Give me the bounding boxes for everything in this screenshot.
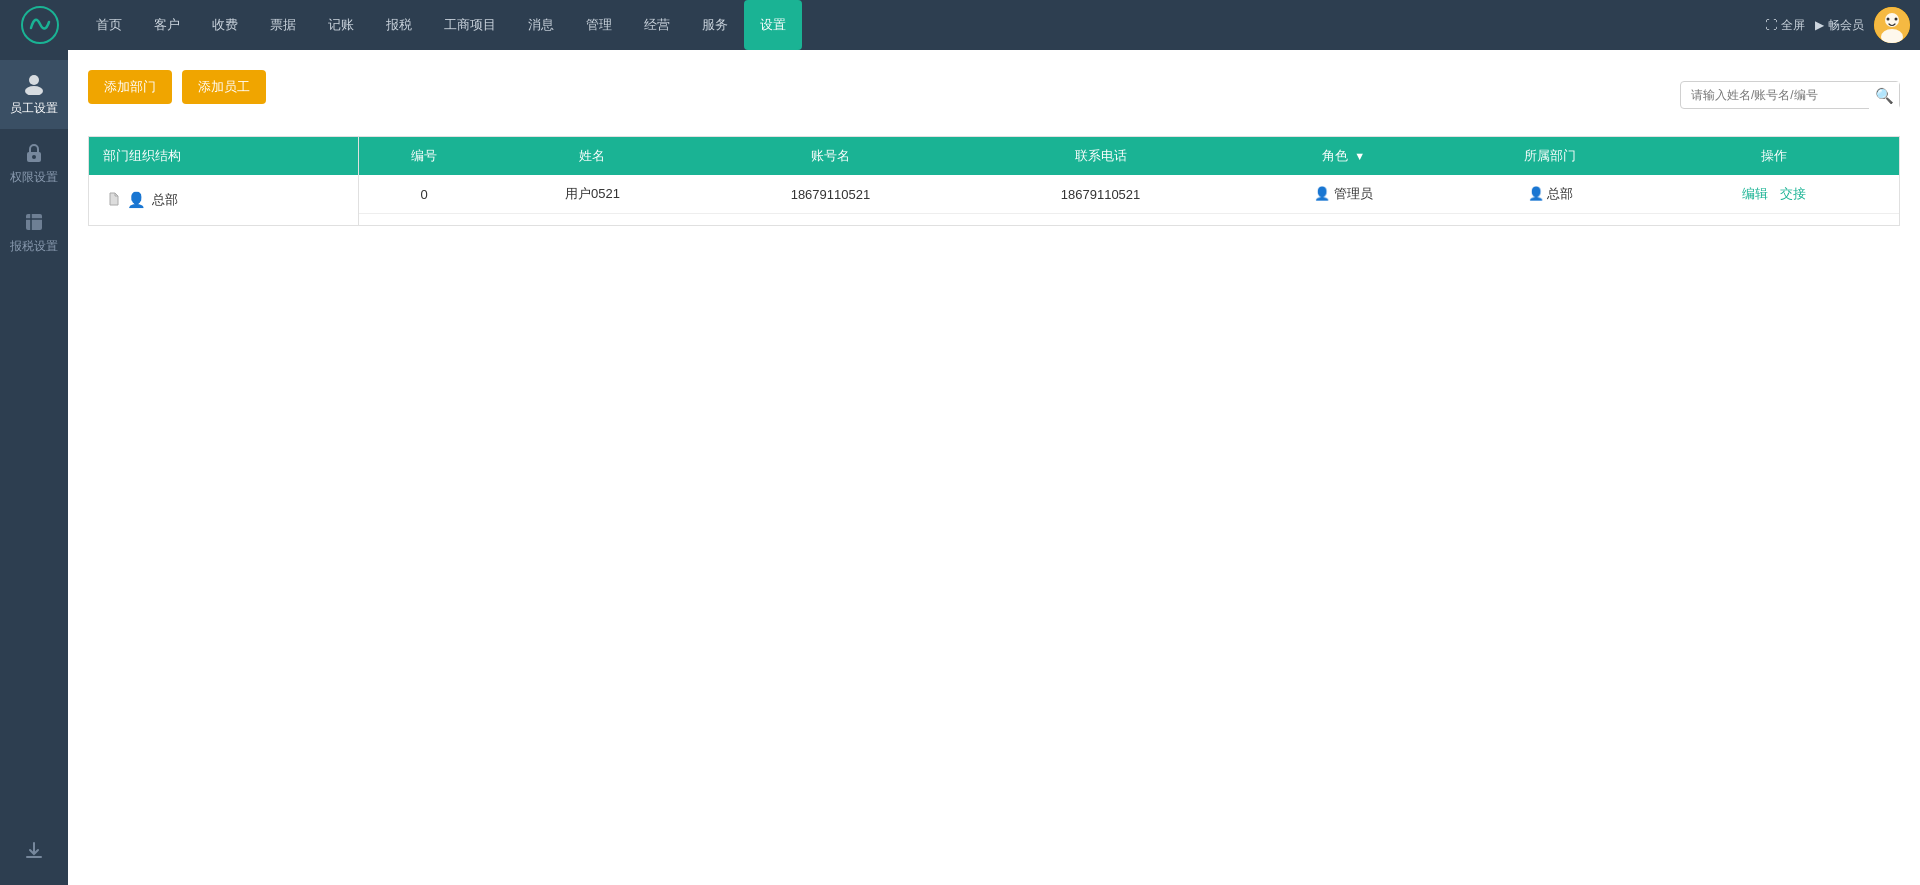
col-role-label: 角色 (1322, 148, 1348, 163)
permission-icon (22, 141, 46, 165)
table-panel: 编号 姓名 账号名 联系电话 角色 ▼ 所属部门 操作 (359, 137, 1899, 225)
content-area: 添加部门 添加员工 🔍 部门组织结构 (68, 50, 1920, 885)
search-icon: 🔍 (1875, 87, 1894, 105)
sidebar-download[interactable] (0, 827, 68, 875)
action-buttons: 添加部门 添加员工 (88, 70, 266, 104)
sidebar-item-employee[interactable]: 员工设置 (0, 60, 68, 129)
nav-business[interactable]: 工商项目 (428, 0, 512, 50)
fullscreen-label: 全屏 (1781, 17, 1805, 34)
employee-icon (22, 72, 46, 96)
cell-account: 18679110521 (695, 175, 965, 214)
download-icon (22, 839, 46, 863)
svg-point-7 (25, 86, 43, 95)
svg-rect-10 (26, 214, 42, 230)
nav-invoice[interactable]: 票据 (254, 0, 312, 50)
cell-department: 👤 总部 (1451, 175, 1649, 214)
person-tree-icon: 👤 (127, 191, 146, 209)
col-account: 账号名 (695, 137, 965, 175)
file-icon (107, 192, 121, 209)
member-icon: ▶ (1815, 18, 1824, 32)
tree-panel-header: 部门组织结构 (89, 137, 358, 175)
table-row: 0 用户0521 18679110521 18679110521 👤 管理员 👤… (359, 175, 1899, 214)
nav-message[interactable]: 消息 (512, 0, 570, 50)
col-department: 所属部门 (1451, 137, 1649, 175)
cell-phone: 18679110521 (965, 175, 1235, 214)
cell-id: 0 (359, 175, 489, 214)
tree-panel: 部门组织结构 👤 总部 (89, 137, 359, 225)
nav-settings[interactable]: 设置 (744, 0, 802, 50)
tree-body: 👤 总部 (89, 175, 358, 225)
sidebar-item-permission[interactable]: 权限设置 (0, 129, 68, 198)
svg-point-4 (1887, 18, 1890, 21)
sidebar-permission-label: 权限设置 (10, 169, 58, 186)
col-phone: 联系电话 (965, 137, 1235, 175)
svg-point-6 (29, 75, 39, 85)
cell-role: 👤 管理员 (1236, 175, 1452, 214)
transfer-link[interactable]: 交接 (1780, 186, 1806, 201)
nav-operation[interactable]: 经营 (628, 0, 686, 50)
nav-customer[interactable]: 客户 (138, 0, 196, 50)
nav-manage[interactable]: 管理 (570, 0, 628, 50)
search-input[interactable] (1680, 81, 1900, 109)
nav-fee[interactable]: 收费 (196, 0, 254, 50)
avatar[interactable] (1874, 7, 1910, 43)
table-header-row: 编号 姓名 账号名 联系电话 角色 ▼ 所属部门 操作 (359, 137, 1899, 175)
nav-service[interactable]: 服务 (686, 0, 744, 50)
filter-icon: ▼ (1354, 150, 1365, 162)
nav-home[interactable]: 首页 (80, 0, 138, 50)
cell-name: 用户0521 (489, 175, 695, 214)
top-navigation: 首页 客户 收费 票据 记账 报税 工商项目 消息 管理 经营 服务 设置 ⛶ … (0, 0, 1920, 50)
search-button[interactable]: 🔍 (1869, 82, 1899, 110)
fullscreen-icon: ⛶ (1765, 18, 1777, 32)
sidebar-taxsettings-label: 报税设置 (10, 238, 58, 255)
add-department-button[interactable]: 添加部门 (88, 70, 172, 104)
nav-items: 首页 客户 收费 票据 记账 报税 工商项目 消息 管理 经营 服务 设置 (80, 0, 1765, 50)
nav-tax[interactable]: 报税 (370, 0, 428, 50)
employee-table: 编号 姓名 账号名 联系电话 角色 ▼ 所属部门 操作 (359, 137, 1899, 214)
tree-item-label: 总部 (152, 191, 178, 209)
col-role[interactable]: 角色 ▼ (1236, 137, 1452, 175)
col-action: 操作 (1649, 137, 1899, 175)
main-layout: 员工设置 权限设置 报税设置 (0, 50, 1920, 885)
edit-link[interactable]: 编辑 (1742, 186, 1768, 201)
taxsettings-icon (22, 210, 46, 234)
svg-point-5 (1895, 18, 1898, 21)
cell-actions: 编辑 交接 (1649, 175, 1899, 214)
two-pane-layout: 部门组织结构 👤 总部 (88, 136, 1900, 226)
fullscreen-button[interactable]: ⛶ 全屏 (1765, 17, 1805, 34)
logo[interactable] (10, 6, 70, 44)
tree-item-general[interactable]: 👤 总部 (99, 185, 348, 215)
member-label: 畅会员 (1828, 17, 1864, 34)
col-id: 编号 (359, 137, 489, 175)
add-employee-button[interactable]: 添加员工 (182, 70, 266, 104)
col-name: 姓名 (489, 137, 695, 175)
nav-right: ⛶ 全屏 ▶ 畅会员 (1765, 7, 1910, 43)
sidebar-employee-label: 员工设置 (10, 100, 58, 117)
sidebar: 员工设置 权限设置 报税设置 (0, 50, 68, 885)
sidebar-bottom (0, 827, 68, 875)
nav-bookkeeping[interactable]: 记账 (312, 0, 370, 50)
svg-point-9 (32, 155, 36, 159)
sidebar-item-taxsettings[interactable]: 报税设置 (0, 198, 68, 267)
member-button[interactable]: ▶ 畅会员 (1815, 17, 1864, 34)
